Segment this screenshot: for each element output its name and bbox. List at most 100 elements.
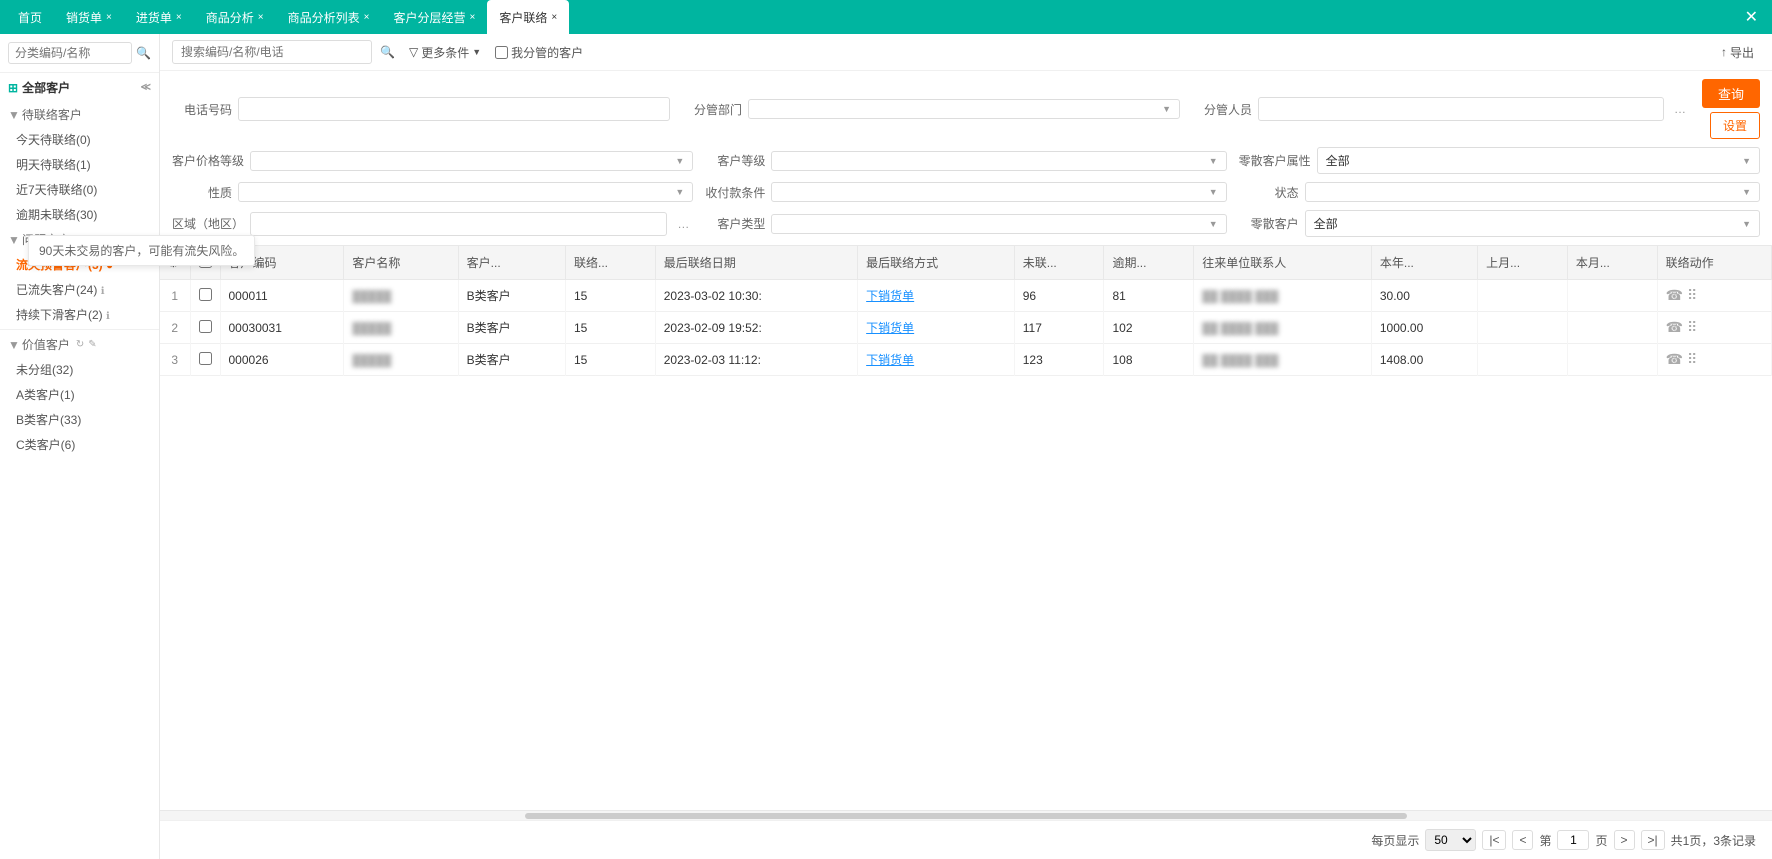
filter-region: 区域（地区） … (172, 212, 693, 236)
col-this-month[interactable]: 本月... (1567, 246, 1657, 280)
filter-search-input[interactable] (172, 40, 372, 64)
sidebar-all-customers[interactable]: ⊞ 全部客户 ≪ (0, 73, 159, 102)
filter-cust-grade-select[interactable]: ▼ (771, 151, 1226, 171)
col-overdue[interactable]: 逾期... (1104, 246, 1194, 280)
contact-action-icon[interactable]: ☎ (1666, 351, 1683, 368)
sidebar-search-input[interactable] (8, 42, 132, 64)
filter-payment-select[interactable]: ▼ (771, 182, 1226, 202)
row-checkbox[interactable] (199, 352, 212, 365)
page-number-input[interactable] (1557, 830, 1589, 850)
contact-method-link[interactable]: 下销货单 (866, 289, 914, 303)
row-checkbox-cell[interactable] (190, 344, 220, 376)
row-last-contact-method[interactable]: 下销货单 (858, 280, 1015, 312)
churn-tooltip: 90天未交易的客户，可能有流失风险。 (28, 235, 255, 266)
sidebar-item-a-class[interactable]: A类客户(1) (0, 382, 159, 407)
row-last-contact-method[interactable]: 下销货单 (858, 312, 1015, 344)
tab-analysis-list-close[interactable]: × (364, 12, 370, 23)
col-last-contact-date[interactable]: 最后联络日期 (655, 246, 857, 280)
filter-search-icon[interactable]: 🔍 (380, 45, 395, 59)
tab-homepage[interactable]: 首页 (6, 0, 54, 34)
sidebar-item-tomorrow[interactable]: 明天待联络(1) (0, 152, 159, 177)
row-last-contact-method[interactable]: 下销货单 (858, 344, 1015, 376)
sidebar-item-declining[interactable]: 持续下滑客户(2) ℹ (0, 302, 159, 327)
sidebar-group-pending-header[interactable]: ▼ 待联络客户 (0, 102, 159, 127)
tab-customer-tier[interactable]: 客户分层经营 × (381, 0, 487, 34)
contact-action-icon[interactable]: ☎ (1666, 287, 1683, 304)
row-checkbox[interactable] (199, 320, 212, 333)
row-checkbox[interactable] (199, 288, 212, 301)
window-close-button[interactable]: ✕ (1737, 7, 1766, 27)
filter-cust-type-select[interactable]: ▼ (771, 214, 1226, 234)
col-not-contacted[interactable]: 未联... (1014, 246, 1104, 280)
col-cust-type[interactable]: 客户... (458, 246, 565, 280)
contact-method-link[interactable]: 下销货单 (866, 321, 914, 335)
tab-analysis-close[interactable]: × (258, 12, 264, 23)
filter-phone-input[interactable] (238, 97, 670, 121)
row-checkbox-cell[interactable] (190, 280, 220, 312)
sidebar-item-today[interactable]: 今天待联络(0) (0, 127, 159, 152)
contact-method-link[interactable]: 下销货单 (866, 353, 914, 367)
filter-price-grade-select[interactable]: ▼ (250, 151, 693, 171)
col-last-month[interactable]: 上月... (1478, 246, 1568, 280)
export-btn[interactable]: ↑ 导出 (1715, 41, 1760, 64)
filter-payment: 收付款条件 ▼ (705, 182, 1226, 202)
my-customers-checkbox-label[interactable]: 我分管的客户 (495, 44, 583, 61)
col-contacts[interactable]: 往来单位联系人 (1194, 246, 1372, 280)
tab-customer-contact-close[interactable]: × (551, 12, 557, 23)
sidebar-collapse-icon[interactable]: ≪ (141, 82, 151, 93)
value-group-refresh-icon[interactable]: ↻ (76, 339, 84, 350)
next-page-btn[interactable]: > (1614, 830, 1635, 850)
sidebar-item-ungrouped[interactable]: 未分组(32) (0, 357, 159, 382)
query-button[interactable]: 查询 (1702, 79, 1760, 108)
tab-sales[interactable]: 销货单 × (54, 0, 124, 34)
row-checkbox-cell[interactable] (190, 312, 220, 344)
action-icons-group: ☎ ⠿ (1666, 319, 1763, 336)
more-action-icon[interactable]: ⠿ (1687, 351, 1697, 368)
more-conditions-btn[interactable]: ▽ 更多条件 ▼ (403, 41, 487, 64)
hscroll-bar[interactable] (160, 810, 1772, 820)
more-conditions-label: 更多条件 (421, 44, 469, 61)
tab-analysis-list[interactable]: 商品分析列表 × (276, 0, 382, 34)
last-page-btn[interactable]: >| (1641, 830, 1665, 850)
col-contact-num[interactable]: 联络... (565, 246, 655, 280)
filter-region-input[interactable] (250, 212, 667, 236)
tab-analysis[interactable]: 商品分析 × (194, 0, 276, 34)
col-this-year[interactable]: 本年... (1371, 246, 1477, 280)
sidebar-search-icon[interactable]: 🔍 (136, 46, 151, 60)
col-last-contact-method[interactable]: 最后联络方式 (858, 246, 1015, 280)
more-action-icon[interactable]: ⠿ (1687, 319, 1697, 336)
table-body: 1 000011 █████ B类客户 15 2023-03-02 10:30:… (160, 280, 1772, 376)
filter-dept-select[interactable]: ▼ (748, 99, 1180, 119)
per-page-select[interactable]: 50 100 200 (1425, 829, 1476, 851)
value-group-edit-icon[interactable]: ✎ (88, 339, 96, 350)
settings-button[interactable]: 设置 (1710, 112, 1760, 139)
prev-page-btn[interactable]: < (1512, 830, 1533, 850)
filter-retail-cust-select[interactable]: 全部 ▼ (1305, 210, 1760, 237)
sidebar-item-c-class[interactable]: C类客户(6) (0, 432, 159, 457)
row-actions: ☎ ⠿ (1657, 280, 1771, 312)
sidebar-item-overdue[interactable]: 逾期未联络(30) (0, 202, 159, 227)
sidebar-item-churned[interactable]: 已流失客户(24) ℹ (0, 277, 159, 302)
sidebar-item-7days[interactable]: 近7天待联络(0) (0, 177, 159, 202)
more-action-icon[interactable]: ⠿ (1687, 287, 1697, 304)
tab-purchase-close[interactable]: × (176, 12, 182, 23)
filter-manager-input[interactable] (1258, 97, 1664, 121)
filter-region-dots[interactable]: … (673, 217, 693, 231)
contact-action-icon[interactable]: ☎ (1666, 319, 1683, 336)
row-code: 00030031 (220, 312, 344, 344)
hscroll-thumb[interactable] (525, 813, 1407, 819)
my-customers-checkbox[interactable] (495, 46, 508, 59)
sidebar-item-b-class[interactable]: B类客户(33) (0, 407, 159, 432)
filter-status-select[interactable]: ▼ (1305, 182, 1760, 202)
filter-retail-attr-select[interactable]: 全部 ▼ (1317, 147, 1760, 174)
tab-customer-tier-close[interactable]: × (469, 12, 475, 23)
first-page-btn[interactable]: |< (1482, 830, 1506, 850)
sidebar-group-value-header[interactable]: ▼ 价值客户 ↻ ✎ (0, 332, 159, 357)
tab-customer-contact[interactable]: 客户联络 × (487, 0, 569, 34)
tab-purchase[interactable]: 进货单 × (124, 0, 194, 34)
filter-manager-dots[interactable]: … (1670, 102, 1690, 116)
filter-nature-chevron: ▼ (675, 187, 684, 197)
col-name[interactable]: 客户名称 (344, 246, 458, 280)
tab-sales-close[interactable]: × (106, 12, 112, 23)
filter-nature-select[interactable]: ▼ (238, 182, 693, 202)
